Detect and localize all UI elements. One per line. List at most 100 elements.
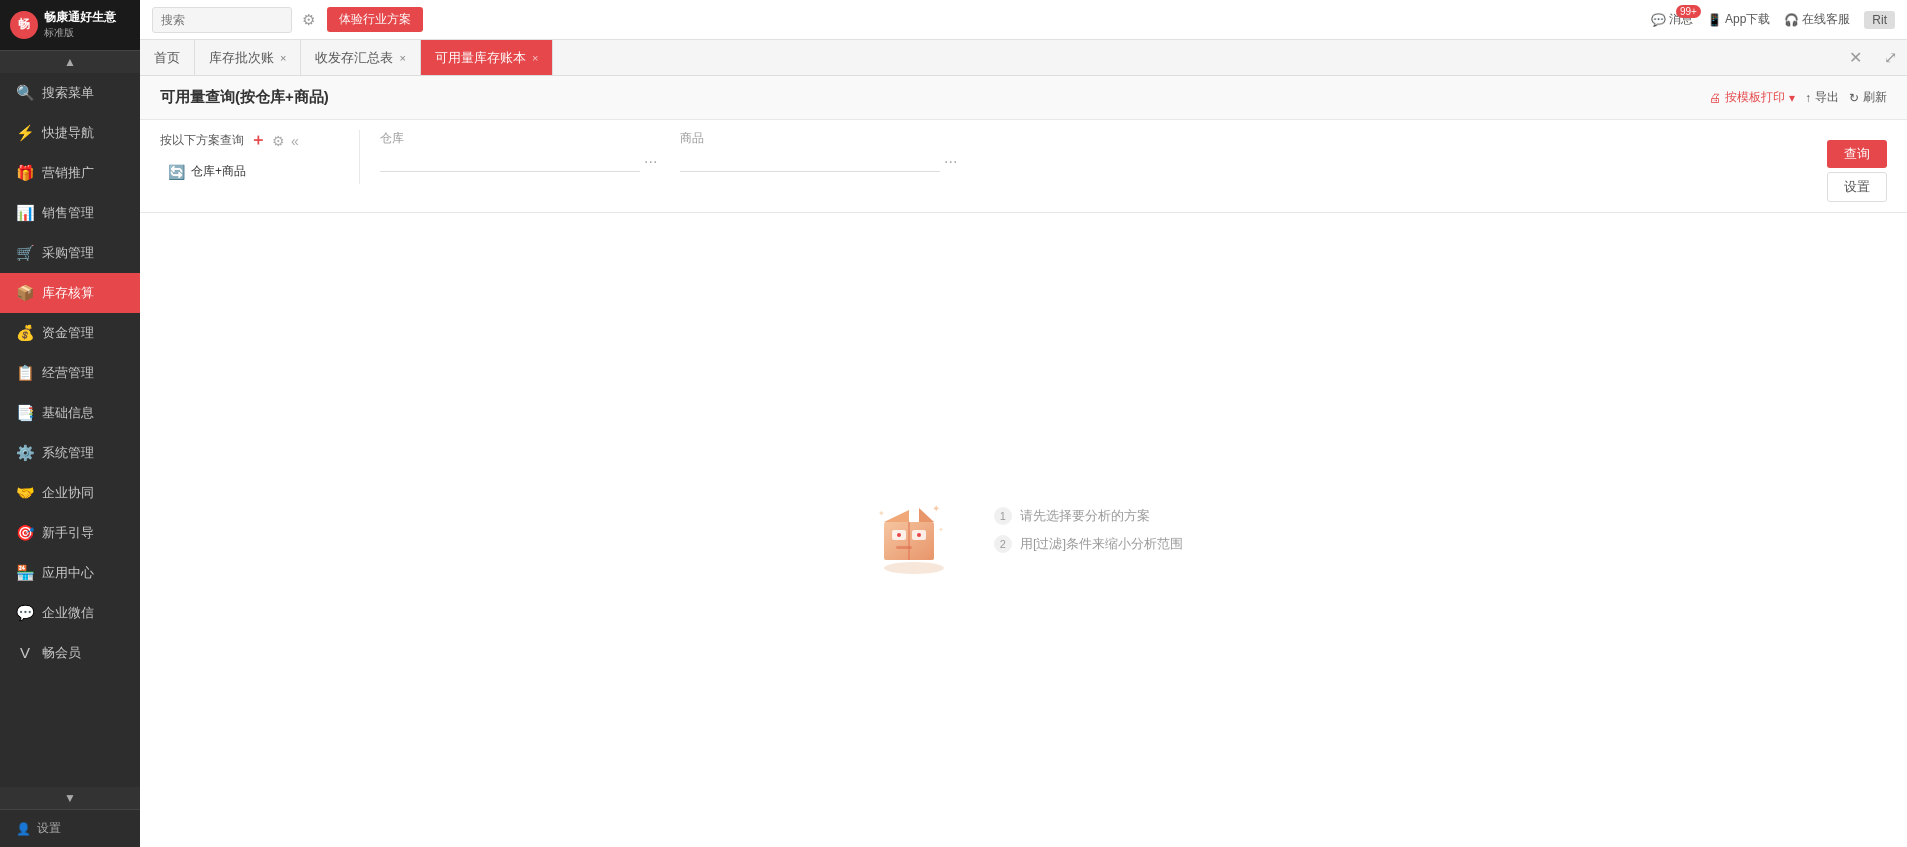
empty-illustration: ✦ ✦ ✦ xyxy=(864,480,964,580)
warehouse-more-button[interactable]: ··· xyxy=(644,153,657,171)
tab-home-label: 首页 xyxy=(154,49,180,67)
sidebar-item-purchase[interactable]: 🛒采购管理 xyxy=(0,233,140,273)
system-icon: ⚙️ xyxy=(16,444,34,462)
sidebar-item-finance[interactable]: 💰 资金管理 xyxy=(0,313,140,353)
print-dropdown-icon[interactable]: ▾ xyxy=(1789,91,1795,105)
query-button[interactable]: 查询 xyxy=(1827,140,1887,168)
svg-point-0 xyxy=(884,562,944,574)
service-button[interactable]: 🎧 在线客服 xyxy=(1784,11,1850,28)
refresh-icon: ↻ xyxy=(1849,91,1859,105)
gear-icon[interactable]: ⚙ xyxy=(302,11,315,29)
tab-batch-account-label: 库存批次账 xyxy=(209,49,274,67)
tab-home[interactable]: 首页 xyxy=(140,40,195,75)
message-button[interactable]: 💬 消息 99+ xyxy=(1651,11,1693,28)
operation-icon: 📋 xyxy=(16,364,34,382)
tab-available-qty-close[interactable]: × xyxy=(532,52,538,64)
filter-collapse-icon[interactable]: « xyxy=(291,133,299,149)
sidebar-scroll-down[interactable]: ▼ xyxy=(0,787,140,809)
svg-rect-9 xyxy=(896,546,912,549)
filter-settings-icon[interactable]: ⚙ xyxy=(272,133,285,149)
purchase-icon: 🛒 xyxy=(16,244,34,262)
sidebar-label-appstore: 应用中心 xyxy=(42,564,94,582)
sidebar-header: 畅 畅康通好生意 标准版 xyxy=(0,0,140,51)
goods-more-button[interactable]: ··· xyxy=(944,153,957,171)
search-input[interactable] xyxy=(152,7,292,33)
print-button[interactable]: 🖨 按模板打印 ▾ xyxy=(1709,89,1795,106)
tabs-expand-button[interactable]: ⤢ xyxy=(1874,40,1907,75)
avatar-icon: 👤 xyxy=(16,822,31,836)
filter-scheme-item[interactable]: 🔄 仓库+商品 xyxy=(160,159,343,184)
wechat-icon: 💬 xyxy=(16,604,34,622)
sidebar-item-system[interactable]: ⚙️系统管理 xyxy=(0,433,140,473)
filter-area: 按以下方案查询 ＋ ⚙ « 🔄 仓库+商品 仓库 ··· xyxy=(140,120,1907,213)
export-label: 导出 xyxy=(1815,89,1839,106)
tab-batch-account-close[interactable]: × xyxy=(280,52,286,64)
svg-text:✦: ✦ xyxy=(878,509,885,518)
username-label: Rit xyxy=(1872,13,1887,27)
sidebar-label-marketing: 营销推广 xyxy=(42,164,94,182)
sidebar-label-basic: 基础信息 xyxy=(42,404,94,422)
empty-state: ✦ ✦ ✦ 1 请先选择要分析的方案 2 用[过滤]条件来缩小分析范围 xyxy=(140,213,1907,847)
sidebar-item-newbie[interactable]: 🎯 新手引导 xyxy=(0,513,140,553)
sidebar-label-inventory: 库存核算 xyxy=(42,284,94,302)
sidebar-item-shortcut[interactable]: ⚡快捷导航 xyxy=(0,113,140,153)
page-content: 可用量查询(按仓库+商品) 🖨 按模板打印 ▾ ↑ 导出 ↻ 刷新 xyxy=(140,76,1907,847)
sidebar-bottom[interactable]: 👤 设置 xyxy=(0,809,140,847)
tabs-bar: 首页 库存批次账 × 收发存汇总表 × 可用量库存账本 × ✕ ⤢ xyxy=(140,40,1907,76)
sidebar-label-enterprise: 企业协同 xyxy=(42,484,94,502)
goods-label: 商品 xyxy=(680,130,960,147)
sidebar-item-wechat[interactable]: 💬 企业微信 xyxy=(0,593,140,633)
column-settings-button[interactable]: 设置 xyxy=(1827,172,1887,202)
filter-header-label: 按以下方案查询 xyxy=(160,132,244,149)
finance-icon: 💰 xyxy=(16,324,34,342)
user-menu[interactable]: Rit xyxy=(1864,11,1895,29)
topbar: ⚙ 体验行业方案 💬 消息 99+ 📱 App下载 🎧 在线客服 Rit xyxy=(140,0,1907,40)
message-icon: 💬 xyxy=(1651,13,1666,27)
sidebar-item-basic[interactable]: 📑 基础信息 xyxy=(0,393,140,433)
tab-batch-account[interactable]: 库存批次账 × xyxy=(195,40,301,75)
sidebar-label-operation: 经营管理 xyxy=(42,364,94,382)
goods-input-row: ··· xyxy=(680,151,960,172)
sidebar-item-marketing[interactable]: 🎁营销推广 xyxy=(0,153,140,193)
basic-icon: 📑 xyxy=(16,404,34,422)
tab-deposit-summary-label: 收发存汇总表 xyxy=(315,49,393,67)
sidebar-label-sales: 销售管理 xyxy=(42,204,94,222)
svg-text:✦: ✦ xyxy=(932,503,940,514)
tab-available-qty[interactable]: 可用量库存账本 × xyxy=(421,40,553,75)
settings-label: 设置 xyxy=(37,820,61,837)
sidebar-label-finance: 资金管理 xyxy=(42,324,94,342)
tip-text-2: 用[过滤]条件来缩小分析范围 xyxy=(1020,535,1183,553)
tab-deposit-summary-close[interactable]: × xyxy=(399,52,405,64)
filter-add-button[interactable]: ＋ xyxy=(250,130,266,151)
sidebar-item-member[interactable]: V畅会员 xyxy=(0,633,140,673)
sidebar-item-enterprise[interactable]: 🤝企业协同 xyxy=(0,473,140,513)
tab-deposit-summary[interactable]: 收发存汇总表 × xyxy=(301,40,420,75)
sidebar-title-block: 畅康通好生意 标准版 xyxy=(44,10,116,40)
sidebar-nav: 🔍搜索菜单⚡快捷导航🎁营销推广📊销售管理🛒采购管理📦库存核算 💰 资金管理 📋 经营管理… xyxy=(0,73,140,787)
empty-box-icon: ✦ ✦ ✦ xyxy=(864,480,964,580)
sidebar-scroll-up[interactable]: ▲ xyxy=(0,51,140,73)
sidebar-label-wechat: 企业微信 xyxy=(42,604,94,622)
sidebar-label-newbie: 新手引导 xyxy=(42,524,94,542)
warehouse-input[interactable] xyxy=(380,151,640,172)
refresh-button[interactable]: ↻ 刷新 xyxy=(1849,89,1887,106)
newbie-icon: 🎯 xyxy=(16,524,34,542)
sidebar-item-operation[interactable]: 📋 经营管理 xyxy=(0,353,140,393)
search-icon: 🔍 xyxy=(16,84,34,102)
sidebar-item-inventory[interactable]: 📦库存核算 xyxy=(0,273,140,313)
sidebar-item-appstore[interactable]: 🏪应用中心 xyxy=(0,553,140,593)
empty-tip-2: 2 用[过滤]条件来缩小分析范围 xyxy=(994,535,1183,553)
filter-left-header: 按以下方案查询 ＋ ⚙ « xyxy=(160,130,343,151)
sidebar-item-search[interactable]: 🔍搜索菜单 xyxy=(0,73,140,113)
refresh-label: 刷新 xyxy=(1863,89,1887,106)
app-download-button[interactable]: 📱 App下载 xyxy=(1707,11,1770,28)
sidebar-label-shortcut: 快捷导航 xyxy=(42,124,94,142)
sidebar-item-sales[interactable]: 📊销售管理 xyxy=(0,193,140,233)
warehouse-input-row: ··· xyxy=(380,151,660,172)
trial-button[interactable]: 体验行业方案 xyxy=(327,7,423,32)
tabs-close-all-button[interactable]: ✕ xyxy=(1837,40,1874,75)
empty-tip-1: 1 请先选择要分析的方案 xyxy=(994,507,1183,525)
export-button[interactable]: ↑ 导出 xyxy=(1805,89,1839,106)
printer-icon: 🖨 xyxy=(1709,91,1721,105)
goods-input[interactable] xyxy=(680,151,940,172)
